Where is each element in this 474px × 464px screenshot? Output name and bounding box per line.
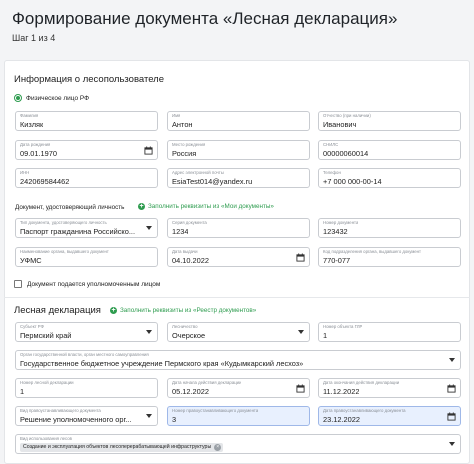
radio-checked-icon bbox=[14, 94, 22, 102]
issuer-code-field[interactable]: Код подразделения органа, выдавшего доку… bbox=[318, 247, 461, 267]
proxy-checkbox-label: Документ подается уполномоченным лицом bbox=[27, 280, 161, 288]
calendar-icon[interactable] bbox=[447, 412, 456, 421]
birth-place-field[interactable]: Место рождения Россия bbox=[167, 140, 310, 160]
step-indicator: Шаг 1 из 4 bbox=[12, 33, 56, 43]
authority-select[interactable]: Орган государственной власти, орган мест… bbox=[15, 350, 461, 370]
forestry-select[interactable]: Лесничество Очерское bbox=[167, 322, 310, 342]
plus-icon: + bbox=[110, 307, 117, 314]
proxy-checkbox-row[interactable]: Документ подается уполномоченным лицом bbox=[14, 280, 160, 288]
patronymic-field[interactable]: Отчество (при наличии) Иванович bbox=[318, 111, 461, 131]
forest-use-select[interactable]: Вид использования лесов Создание и экспл… bbox=[15, 434, 461, 454]
section-divider bbox=[4, 297, 470, 298]
right-doc-type-select[interactable]: Вид правоустанавливающего документа Реше… bbox=[15, 406, 158, 426]
forest-use-chip[interactable]: Создание и эксплуатация объектов лесопер… bbox=[20, 443, 224, 452]
chevron-down-icon bbox=[146, 226, 152, 230]
chevron-down-icon bbox=[146, 330, 152, 334]
plus-icon: + bbox=[138, 203, 145, 210]
issuer-field[interactable]: Наименование органа, выдавшего документ … bbox=[15, 247, 158, 267]
last-name-field[interactable]: Фамилия Кизляк bbox=[15, 111, 158, 131]
doc-number-field[interactable]: Номер документа 123432 bbox=[318, 218, 461, 238]
birth-date-field[interactable]: Дата рождения 09.01.1970 bbox=[15, 140, 158, 160]
email-field[interactable]: Адрес электронной почты EsiaTest014@yand… bbox=[167, 168, 310, 188]
chip-remove-icon[interactable]: × bbox=[214, 444, 222, 451]
user-section-title: Информация о лесопользователе bbox=[14, 74, 164, 85]
calendar-icon[interactable] bbox=[296, 253, 305, 262]
first-name-field[interactable]: Имя Антон bbox=[167, 111, 310, 131]
radio-label: Физическое лицо РФ bbox=[26, 94, 90, 102]
page-title: Формирование документа «Лесная деклараци… bbox=[12, 9, 398, 28]
autofill-profile-link[interactable]: + Заполнить реквизиты из «Мои документы» bbox=[138, 203, 274, 210]
chevron-down-icon bbox=[146, 414, 152, 418]
subject-select[interactable]: Субъект РФ Пермский край bbox=[15, 322, 158, 342]
decl-end-field[interactable]: Дата окончания действия декларации 11.12… bbox=[318, 378, 461, 398]
doc-series-field[interactable]: Серия документа 1234 bbox=[167, 218, 310, 238]
decl-number-field[interactable]: Номер лесной декларации 1 bbox=[15, 378, 158, 398]
snils-field[interactable]: СНИЛС 00000060014 bbox=[318, 140, 461, 160]
decl-start-field[interactable]: Дата начала действия декларации 05.12.20… bbox=[167, 378, 310, 398]
chevron-down-icon bbox=[449, 442, 455, 446]
gls-number-field[interactable]: Номер объекта ГЛР 1 bbox=[318, 322, 461, 342]
autofill-registry-link[interactable]: + Заполнить реквизиты из «Реестр докумен… bbox=[110, 307, 256, 314]
declaration-section-title: Лесная декларация bbox=[14, 305, 101, 316]
right-doc-number-field[interactable]: Номер правоустанавливающего документа 3 bbox=[167, 406, 310, 426]
right-doc-date-field[interactable]: Дата правоустанавливающего документа 23.… bbox=[318, 406, 461, 426]
phone-field[interactable]: Телефон +7 000 000-00-14 bbox=[318, 168, 461, 188]
inn-field[interactable]: ИНН 242069584462 bbox=[15, 168, 158, 188]
calendar-icon[interactable] bbox=[144, 146, 153, 155]
identity-doc-title: Документ, удостоверяющий личность bbox=[15, 204, 125, 211]
chevron-down-icon bbox=[298, 330, 304, 334]
calendar-icon[interactable] bbox=[447, 384, 456, 393]
chevron-down-icon bbox=[449, 358, 455, 362]
issue-date-field[interactable]: Дата выдачи 04.10.2022 bbox=[167, 247, 310, 267]
calendar-icon[interactable] bbox=[296, 384, 305, 393]
proxy-checkbox[interactable] bbox=[14, 280, 22, 288]
doc-type-select[interactable]: Тип документа, удостоверяющего личность … bbox=[15, 218, 158, 238]
radio-individual[interactable]: Физическое лицо РФ bbox=[14, 94, 89, 102]
